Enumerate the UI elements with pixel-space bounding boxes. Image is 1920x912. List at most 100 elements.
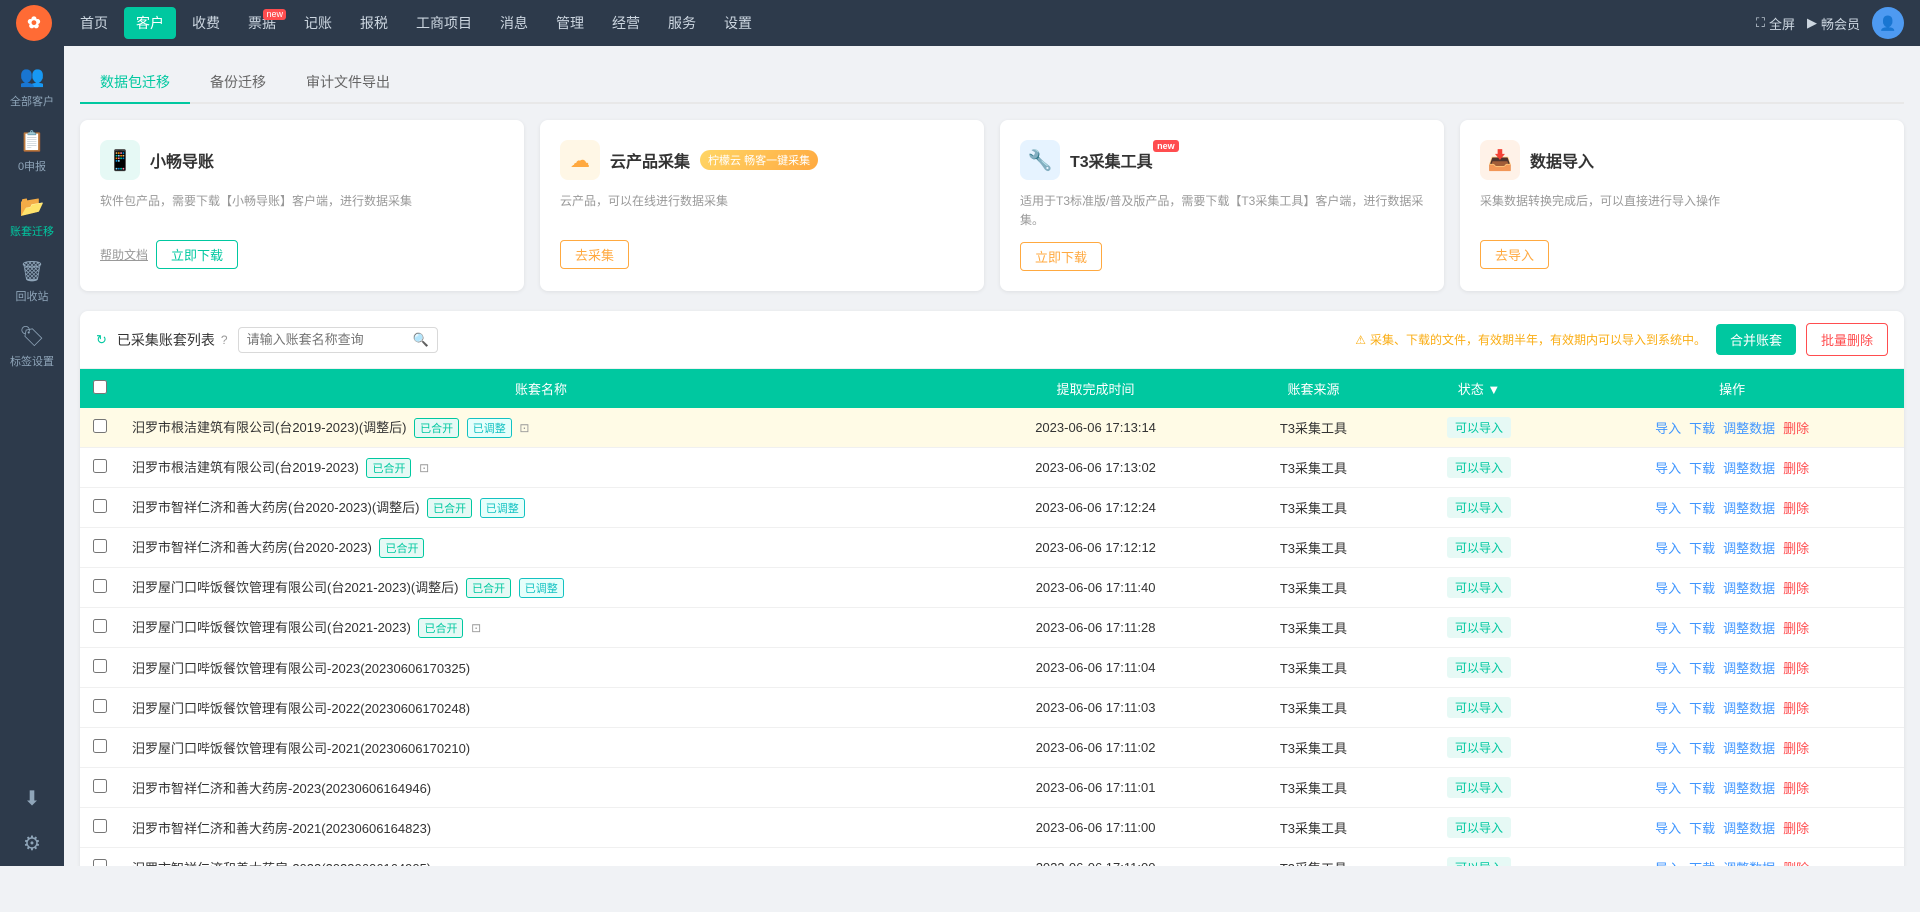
col-status[interactable]: 状态 ▼	[1398, 369, 1561, 408]
nav-fee[interactable]: 收费	[180, 7, 232, 39]
action-导入[interactable]: 导入	[1655, 701, 1681, 716]
sidebar-item-recycle[interactable]: 🗑 回收站	[0, 249, 64, 314]
action-下载[interactable]: 下载	[1689, 661, 1715, 676]
nav-customer[interactable]: 客户	[124, 7, 176, 39]
nav-settings[interactable]: 设置	[712, 7, 764, 39]
row-checkbox[interactable]	[93, 699, 107, 713]
member-btn[interactable]: ▶ 畅会员	[1807, 14, 1860, 33]
action-调整数据[interactable]: 调整数据	[1723, 581, 1775, 596]
row-checkbox[interactable]	[93, 579, 107, 593]
action-下载[interactable]: 下载	[1689, 621, 1715, 636]
action-删除[interactable]: 删除	[1783, 741, 1809, 756]
sidebar-item-all-clients[interactable]: 👥 全部客户	[0, 54, 64, 119]
action-删除[interactable]: 删除	[1783, 661, 1809, 676]
tab-backup-migration[interactable]: 备份迁移	[190, 62, 286, 104]
action-删除[interactable]: 删除	[1783, 861, 1809, 866]
copy-icon[interactable]: ⊡	[471, 621, 481, 635]
row-checkbox[interactable]	[93, 539, 107, 553]
action-导入[interactable]: 导入	[1655, 461, 1681, 476]
row-checkbox[interactable]	[93, 499, 107, 513]
action-导入[interactable]: 导入	[1655, 501, 1681, 516]
batch-delete-btn[interactable]: 批量删除	[1806, 323, 1888, 356]
nav-bookkeeping[interactable]: 记账	[292, 7, 344, 39]
action-调整数据[interactable]: 调整数据	[1723, 661, 1775, 676]
sidebar-item-account-migration[interactable]: 📂 账套迁移	[0, 184, 64, 249]
nav-invoice[interactable]: 票据new	[236, 7, 288, 39]
user-avatar[interactable]: 👤	[1872, 7, 1904, 39]
action-删除[interactable]: 删除	[1783, 541, 1809, 556]
go-import-btn[interactable]: 去导入	[1480, 240, 1549, 269]
action-调整数据[interactable]: 调整数据	[1723, 861, 1775, 866]
action-下载[interactable]: 下载	[1689, 781, 1715, 796]
action-导入[interactable]: 导入	[1655, 621, 1681, 636]
action-删除[interactable]: 删除	[1783, 781, 1809, 796]
sidebar-item-user-settings[interactable]: ⚙	[0, 821, 64, 866]
download-now-btn-2[interactable]: 立即下载	[1020, 242, 1102, 271]
help-doc-link[interactable]: 帮助文档	[100, 246, 148, 263]
nav-home[interactable]: 首页	[68, 7, 120, 39]
copy-icon[interactable]: ⊡	[519, 421, 529, 435]
select-all-checkbox[interactable]	[93, 380, 107, 394]
tab-audit-export[interactable]: 审计文件导出	[286, 62, 410, 104]
action-导入[interactable]: 导入	[1655, 781, 1681, 796]
sidebar-item-download[interactable]: ⬇	[0, 776, 64, 821]
action-调整数据[interactable]: 调整数据	[1723, 461, 1775, 476]
action-删除[interactable]: 删除	[1783, 461, 1809, 476]
action-下载[interactable]: 下载	[1689, 701, 1715, 716]
action-删除[interactable]: 删除	[1783, 581, 1809, 596]
fullscreen-btn[interactable]: ⛶ 全屏	[1756, 14, 1795, 33]
nav-operation[interactable]: 经营	[600, 7, 652, 39]
action-调整数据[interactable]: 调整数据	[1723, 741, 1775, 756]
tab-data-migration[interactable]: 数据包迁移	[80, 62, 190, 104]
row-checkbox[interactable]	[93, 619, 107, 633]
action-删除[interactable]: 删除	[1783, 701, 1809, 716]
app-logo[interactable]: ✿	[16, 5, 52, 41]
action-导入[interactable]: 导入	[1655, 541, 1681, 556]
row-checkbox[interactable]	[93, 459, 107, 473]
row-checkbox[interactable]	[93, 739, 107, 753]
action-导入[interactable]: 导入	[1655, 861, 1681, 866]
sidebar-item-label-settings[interactable]: 🏷 标签设置	[0, 314, 64, 379]
action-删除[interactable]: 删除	[1783, 821, 1809, 836]
copy-icon[interactable]: ⊡	[419, 461, 429, 475]
action-下载[interactable]: 下载	[1689, 461, 1715, 476]
action-调整数据[interactable]: 调整数据	[1723, 541, 1775, 556]
sidebar-item-zero-report[interactable]: 📋 0申报	[0, 119, 64, 184]
nav-tax[interactable]: 报税	[348, 7, 400, 39]
action-调整数据[interactable]: 调整数据	[1723, 621, 1775, 636]
action-下载[interactable]: 下载	[1689, 821, 1715, 836]
action-下载[interactable]: 下载	[1689, 541, 1715, 556]
nav-business[interactable]: 工商项目	[404, 7, 484, 39]
help-icon[interactable]: ?	[221, 333, 228, 347]
row-checkbox[interactable]	[93, 819, 107, 833]
action-下载[interactable]: 下载	[1689, 741, 1715, 756]
download-now-btn-1[interactable]: 立即下载	[156, 240, 238, 269]
action-调整数据[interactable]: 调整数据	[1723, 781, 1775, 796]
action-导入[interactable]: 导入	[1655, 421, 1681, 436]
action-删除[interactable]: 删除	[1783, 421, 1809, 436]
merge-account-btn[interactable]: 合并账套	[1716, 324, 1796, 355]
action-导入[interactable]: 导入	[1655, 581, 1681, 596]
action-导入[interactable]: 导入	[1655, 821, 1681, 836]
row-checkbox[interactable]	[93, 859, 107, 866]
nav-service[interactable]: 服务	[656, 7, 708, 39]
action-调整数据[interactable]: 调整数据	[1723, 821, 1775, 836]
action-导入[interactable]: 导入	[1655, 661, 1681, 676]
action-删除[interactable]: 删除	[1783, 621, 1809, 636]
action-下载[interactable]: 下载	[1689, 501, 1715, 516]
action-下载[interactable]: 下载	[1689, 421, 1715, 436]
action-调整数据[interactable]: 调整数据	[1723, 501, 1775, 516]
refresh-icon[interactable]: ↻	[96, 332, 107, 348]
row-checkbox[interactable]	[93, 419, 107, 433]
search-icon[interactable]: 🔍	[413, 332, 429, 348]
action-下载[interactable]: 下载	[1689, 861, 1715, 866]
action-删除[interactable]: 删除	[1783, 501, 1809, 516]
action-调整数据[interactable]: 调整数据	[1723, 421, 1775, 436]
row-checkbox[interactable]	[93, 659, 107, 673]
row-checkbox[interactable]	[93, 779, 107, 793]
action-调整数据[interactable]: 调整数据	[1723, 701, 1775, 716]
action-下载[interactable]: 下载	[1689, 581, 1715, 596]
go-collect-btn[interactable]: 去采集	[560, 240, 629, 269]
nav-message[interactable]: 消息	[488, 7, 540, 39]
search-input[interactable]	[247, 332, 407, 347]
